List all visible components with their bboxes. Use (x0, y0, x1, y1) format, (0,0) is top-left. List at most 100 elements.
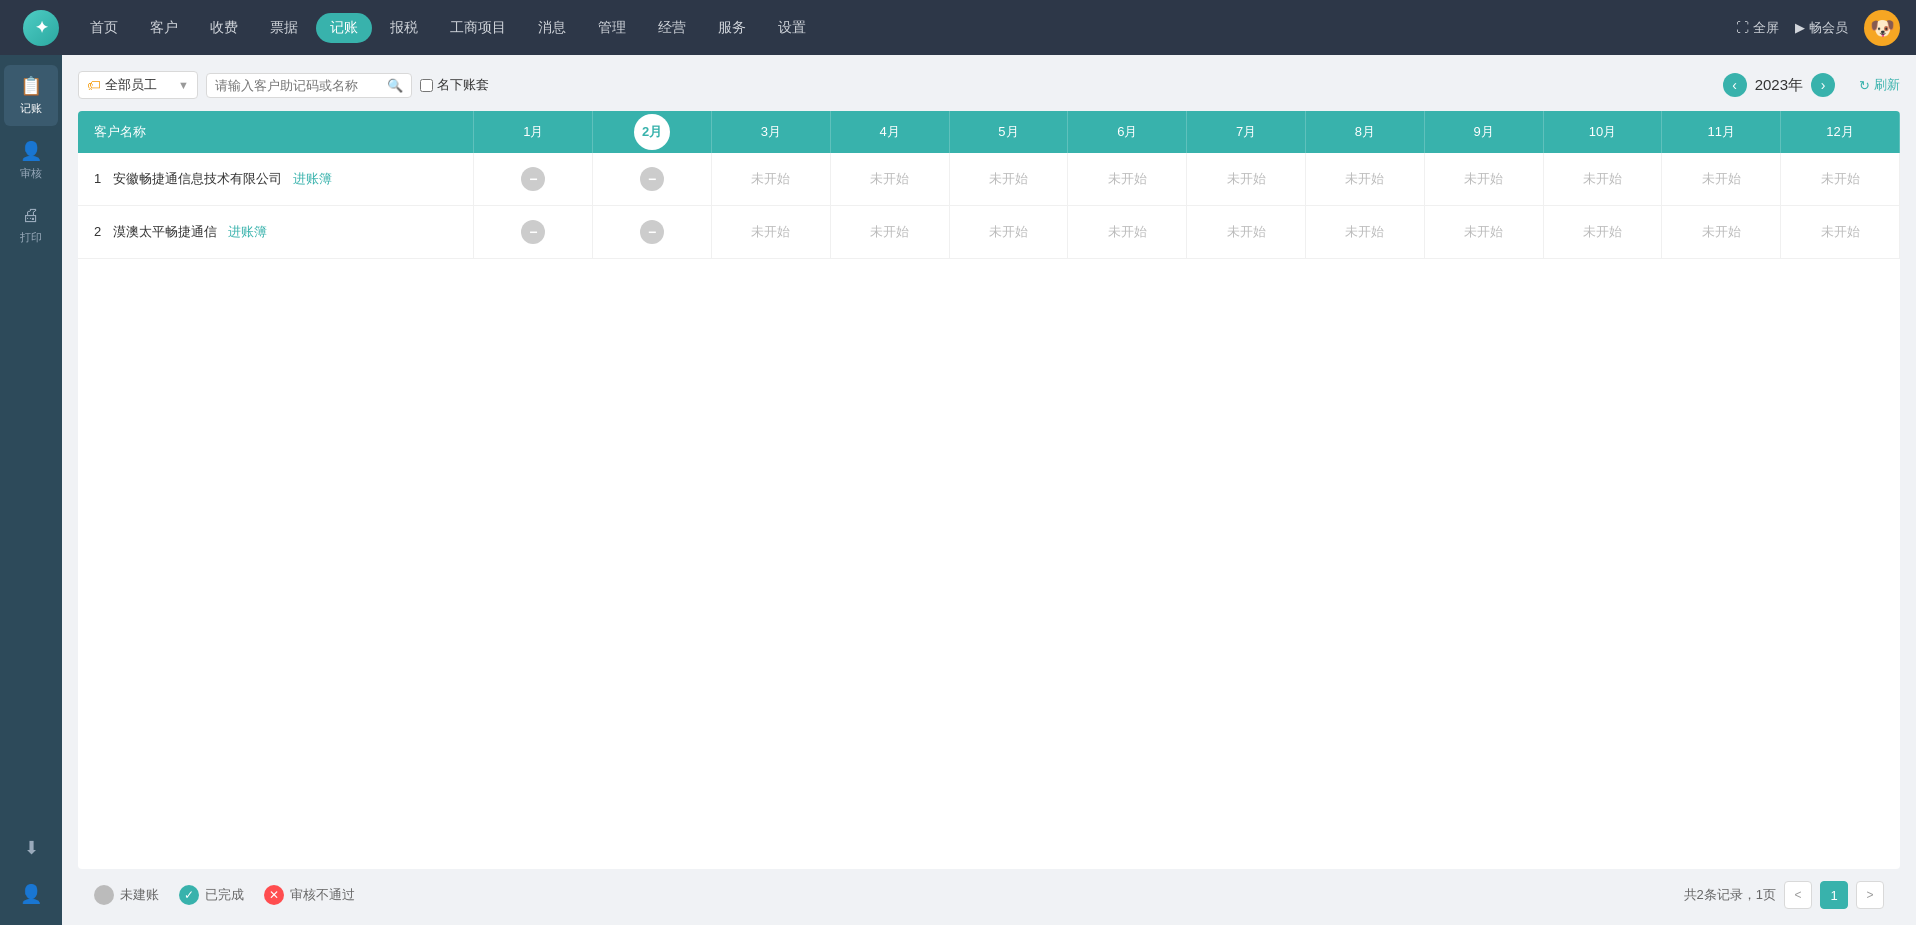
download-icon: ⬇ (24, 837, 39, 859)
not-started-text: 未开始 (1345, 224, 1384, 239)
legend-gray-icon (94, 885, 114, 905)
search-box[interactable]: 🔍 (206, 73, 412, 98)
search-icon[interactable]: 🔍 (387, 78, 403, 93)
next-year-button[interactable]: › (1811, 73, 1835, 97)
pagination: 共2条记录，1页 < 1 > (1684, 881, 1884, 909)
col-header-dec: 12月 (1781, 111, 1900, 153)
row2-name-cell: 2 漠澳太平畅捷通信 进账簿 (78, 206, 474, 259)
col-header-oct: 10月 (1543, 111, 1662, 153)
nav-business[interactable]: 工商项目 (436, 13, 520, 43)
content-area: 🏷 全部员工 ▼ 🔍 名下账套 ‹ 2023年 › ↻ 刷新 (62, 55, 1916, 925)
row1-feb: − (593, 153, 712, 206)
not-started-text: 未开始 (989, 171, 1028, 186)
nav-customer[interactable]: 客户 (136, 13, 192, 43)
nav-operation[interactable]: 经营 (644, 13, 700, 43)
row1-nov: 未开始 (1662, 153, 1781, 206)
row1-apr: 未开始 (830, 153, 949, 206)
nav-invoice[interactable]: 票据 (256, 13, 312, 43)
row2-feb: − (593, 206, 712, 259)
nav-menu: 首页 客户 收费 票据 记账 报税 工商项目 消息 管理 经营 服务 设置 (76, 13, 1736, 43)
app-logo[interactable]: ✦ (16, 0, 66, 55)
nav-right-section: ⛶ 全屏 ▶ 畅会员 🐶 (1736, 10, 1900, 46)
legend-not-created-label: 未建账 (120, 886, 159, 904)
row1-jun: 未开始 (1068, 153, 1187, 206)
nav-home[interactable]: 首页 (76, 13, 132, 43)
refresh-label: 刷新 (1874, 76, 1900, 94)
sidebar-download[interactable]: ⬇ (4, 827, 58, 869)
row2-nov: 未开始 (1662, 206, 1781, 259)
row2-apr: 未开始 (830, 206, 949, 259)
prev-page-button[interactable]: < (1784, 881, 1812, 909)
nav-manage[interactable]: 管理 (584, 13, 640, 43)
nav-tax[interactable]: 报税 (376, 13, 432, 43)
current-page-button[interactable]: 1 (1820, 881, 1848, 909)
sidebar-item-bookkeeping[interactable]: 📋 记账 (4, 65, 58, 126)
employee-select[interactable]: 🏷 全部员工 ▼ (78, 71, 198, 99)
legend-rejected: ✕ 审核不通过 (264, 885, 355, 905)
row2-jul: 未开始 (1187, 206, 1306, 259)
sidebar-item-audit[interactable]: 👤 审核 (4, 130, 58, 191)
row2-sep: 未开始 (1424, 206, 1543, 259)
nav-service[interactable]: 服务 (704, 13, 760, 43)
row1-sep: 未开始 (1424, 153, 1543, 206)
fullscreen-button[interactable]: ⛶ 全屏 (1736, 19, 1779, 37)
not-started-text: 未开始 (1821, 171, 1860, 186)
nav-fee[interactable]: 收费 (196, 13, 252, 43)
not-started-text: 未开始 (1702, 224, 1741, 239)
prev-year-button[interactable]: ‹ (1723, 73, 1747, 97)
top-navigation: ✦ 首页 客户 收费 票据 记账 报税 工商项目 消息 管理 经营 服务 设置 … (0, 0, 1916, 55)
sidebar: 📋 记账 👤 审核 🖨 打印 ⬇ 👤 (0, 55, 62, 925)
not-started-text: 未开始 (870, 171, 909, 186)
account-checkbox[interactable] (420, 79, 433, 92)
sidebar-bookkeeping-label: 记账 (20, 101, 42, 116)
not-started-text: 未开始 (989, 224, 1028, 239)
col-header-apr: 4月 (830, 111, 949, 153)
not-started-text: 未开始 (1464, 224, 1503, 239)
account-checkbox-label[interactable]: 名下账套 (420, 76, 489, 94)
user-icon: 👤 (20, 883, 42, 905)
data-table-container: 客户名称 1月 2月 3月 4月 5月 6月 7月 8月 9月 (78, 111, 1900, 869)
col-header-aug: 8月 (1305, 111, 1424, 153)
member-button[interactable]: ▶ 畅会员 (1795, 19, 1848, 37)
sidebar-bottom: ⬇ 👤 (4, 827, 58, 915)
not-started-text: 未开始 (1345, 171, 1384, 186)
legend-completed: ✓ 已完成 (179, 885, 244, 905)
not-started-text: 未开始 (1583, 171, 1622, 186)
legend-check-icon: ✓ (179, 885, 199, 905)
fullscreen-label: 全屏 (1753, 19, 1779, 37)
employee-select-label: 全部员工 (105, 76, 157, 94)
active-month-circle: 2月 (634, 114, 670, 150)
user-avatar[interactable]: 🐶 (1864, 10, 1900, 46)
row2-dec: 未开始 (1781, 206, 1900, 259)
sidebar-audit-label: 审核 (20, 166, 42, 181)
search-input[interactable] (215, 78, 383, 93)
row2-jan: − (474, 206, 593, 259)
row1-aug: 未开始 (1305, 153, 1424, 206)
sidebar-user[interactable]: 👤 (4, 873, 58, 915)
next-page-button[interactable]: > (1856, 881, 1884, 909)
toolbar: 🏷 全部员工 ▼ 🔍 名下账套 ‹ 2023年 › ↻ 刷新 (78, 71, 1900, 99)
row1-enter-link[interactable]: 进账簿 (293, 171, 332, 186)
row2-oct: 未开始 (1543, 206, 1662, 259)
footer: 未建账 ✓ 已完成 ✕ 审核不通过 共2条记录，1页 < 1 > (78, 869, 1900, 909)
row2-enter-link[interactable]: 进账簿 (228, 224, 267, 239)
nav-settings[interactable]: 设置 (764, 13, 820, 43)
nav-bookkeeping[interactable]: 记账 (316, 13, 372, 43)
not-started-text: 未开始 (1227, 171, 1266, 186)
row1-jan: − (474, 153, 593, 206)
refresh-button[interactable]: ↻ 刷新 (1859, 76, 1900, 94)
not-started-text: 未开始 (1702, 171, 1741, 186)
legend-x-icon: ✕ (264, 885, 284, 905)
row2-jun: 未开始 (1068, 206, 1187, 259)
row1-dec: 未开始 (1781, 153, 1900, 206)
row1-mar: 未开始 (712, 153, 831, 206)
sidebar-item-print[interactable]: 🖨 打印 (4, 195, 58, 255)
nav-message[interactable]: 消息 (524, 13, 580, 43)
not-started-text: 未开始 (751, 171, 790, 186)
legend-rejected-label: 审核不通过 (290, 886, 355, 904)
col-header-jun: 6月 (1068, 111, 1187, 153)
row2-mar: 未开始 (712, 206, 831, 259)
row1-company-name: 安徽畅捷通信息技术有限公司 (113, 171, 282, 186)
col-header-sep: 9月 (1424, 111, 1543, 153)
row2-company-name: 漠澳太平畅捷通信 (113, 224, 217, 239)
